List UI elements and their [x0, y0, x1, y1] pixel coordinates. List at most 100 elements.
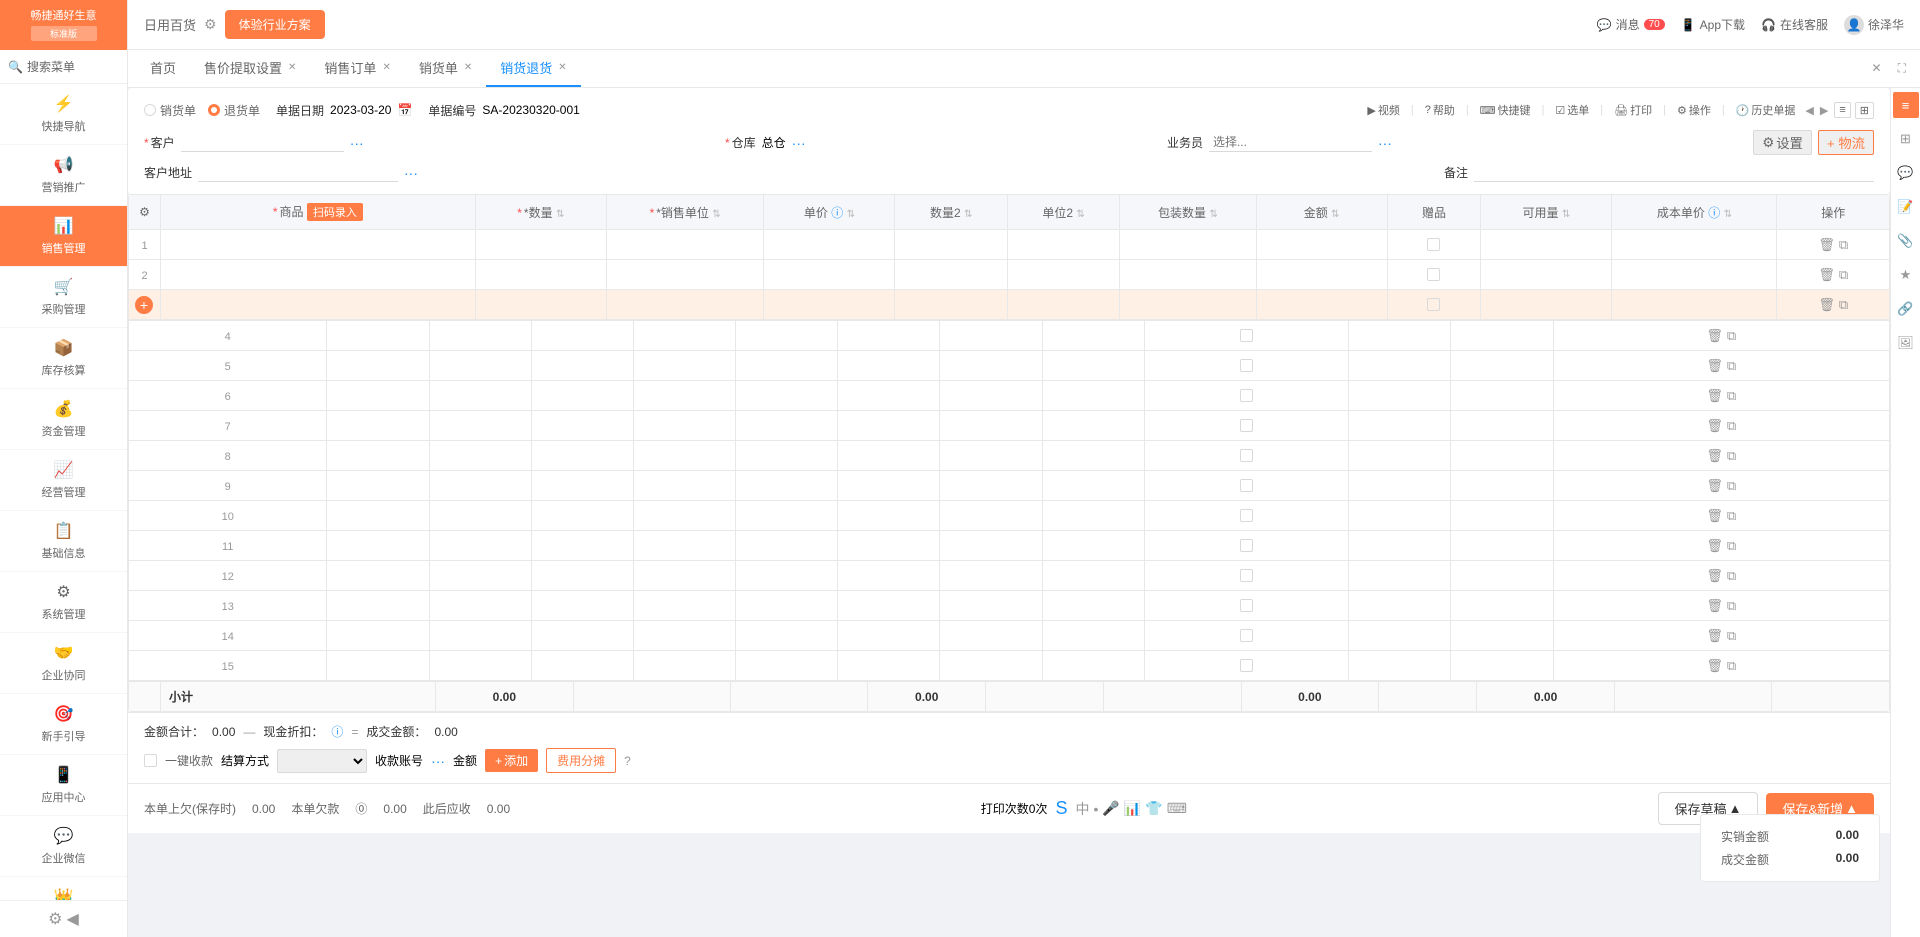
- gift-checkbox-9[interactable]: [1240, 479, 1253, 492]
- gift-cell-5[interactable]: [1144, 351, 1348, 381]
- right-panel-star[interactable]: ★: [1893, 262, 1919, 288]
- qty-cell-2[interactable]: [475, 260, 606, 290]
- unit-cell-10[interactable]: [531, 501, 633, 531]
- sidebar-item-guide[interactable]: 🎯 新手引导: [0, 694, 127, 755]
- qty2-cell-15[interactable]: [736, 651, 838, 681]
- gift-checkbox-12[interactable]: [1240, 569, 1253, 582]
- customer-input[interactable]: [181, 133, 344, 152]
- right-panel-grid-view[interactable]: ⊞: [1893, 126, 1919, 152]
- address-dots[interactable]: ···: [404, 165, 418, 181]
- setting-button[interactable]: ⚙ 设置: [1753, 130, 1812, 155]
- gift-checkbox-6[interactable]: [1240, 389, 1253, 402]
- delete-icon-9[interactable]: 🗑: [1706, 478, 1723, 494]
- tool-icon-5[interactable]: 👕: [1145, 800, 1162, 817]
- unit-cell-7[interactable]: [531, 411, 633, 441]
- copy-icon-12[interactable]: ⧉: [1727, 568, 1736, 584]
- price-cell-2[interactable]: [764, 260, 895, 290]
- toolbar-select[interactable]: ☑ 选单: [1551, 100, 1593, 120]
- tab-price-setting-close[interactable]: ✕: [288, 62, 296, 73]
- pack-qty-cell-4[interactable]: [940, 321, 1042, 351]
- gift-checkbox-15[interactable]: [1240, 659, 1253, 672]
- product-cell-12[interactable]: [327, 561, 429, 591]
- unit-cell-12[interactable]: [531, 561, 633, 591]
- unit-cell-14[interactable]: [531, 621, 633, 651]
- amount-cell-3[interactable]: [1256, 290, 1387, 320]
- price-cell-10[interactable]: [633, 501, 735, 531]
- sidebar-item-member[interactable]: 👑 畅会员: [0, 877, 127, 900]
- qty-cell-5[interactable]: [429, 351, 531, 381]
- toolbar-video[interactable]: ▶ 视频: [1363, 100, 1403, 120]
- expense-split-button[interactable]: 费用分摊: [546, 748, 616, 773]
- view-grid-icon[interactable]: ⊞: [1855, 102, 1874, 119]
- sidebar-item-finance[interactable]: 💰 资金管理: [0, 389, 127, 450]
- add-button[interactable]: + 添加: [485, 749, 538, 772]
- sidebar-search[interactable]: 🔍 搜索菜单: [0, 50, 127, 84]
- unit-cell-13[interactable]: [531, 591, 633, 621]
- gift-cell-13[interactable]: [1144, 591, 1348, 621]
- cost-cell-3[interactable]: [1612, 290, 1777, 320]
- product-cell-10[interactable]: [327, 501, 429, 531]
- product-cell-2[interactable]: [161, 260, 476, 290]
- account-expand[interactable]: ···: [431, 753, 445, 769]
- view-list-icon[interactable]: ≡: [1834, 102, 1850, 118]
- sidebar-item-quick-nav[interactable]: ⚡ 快捷导航: [0, 84, 127, 145]
- delete-icon-7[interactable]: 🗑: [1706, 418, 1723, 434]
- qty2-cell-3[interactable]: [895, 290, 1007, 320]
- unit2-cell-14[interactable]: [838, 621, 940, 651]
- unit2-cell-5[interactable]: [838, 351, 940, 381]
- delete-icon-15[interactable]: 🗑: [1706, 658, 1723, 674]
- gift-cell-4[interactable]: [1144, 321, 1348, 351]
- gift-checkbox-4[interactable]: [1240, 329, 1253, 342]
- pack-qty-cell-13[interactable]: [940, 591, 1042, 621]
- unit2-cell-15[interactable]: [838, 651, 940, 681]
- available-cell-15[interactable]: [1349, 651, 1451, 681]
- tool-icon-2[interactable]: •: [1093, 801, 1098, 817]
- delete-icon-12[interactable]: 🗑: [1706, 568, 1723, 584]
- qty2-cell-1[interactable]: [895, 230, 1007, 260]
- available-cell-14[interactable]: [1349, 621, 1451, 651]
- product-cell-4[interactable]: [327, 321, 429, 351]
- copy-icon-10[interactable]: ⧉: [1727, 508, 1736, 524]
- available-cell-7[interactable]: [1349, 411, 1451, 441]
- cost-cell-15[interactable]: [1451, 651, 1553, 681]
- qty2-cell-8[interactable]: [736, 441, 838, 471]
- price-cell-6[interactable]: [633, 381, 735, 411]
- gift-checkbox-1[interactable]: [1427, 238, 1440, 251]
- unit2-cell-9[interactable]: [838, 471, 940, 501]
- expense-help-icon[interactable]: ?: [624, 754, 631, 768]
- amount-cell-10[interactable]: [1042, 501, 1144, 531]
- right-panel-link[interactable]: 🔗: [1893, 296, 1919, 322]
- delete-icon-11[interactable]: 🗑: [1706, 538, 1723, 554]
- sidebar-item-enterprise[interactable]: 🤝 企业协同: [0, 633, 127, 694]
- unit-cell-15[interactable]: [531, 651, 633, 681]
- tab-sales-return-close[interactable]: ✕: [558, 62, 566, 73]
- product-cell-5[interactable]: [327, 351, 429, 381]
- gift-checkbox-5[interactable]: [1240, 359, 1253, 372]
- cash-discount-info[interactable]: ⓘ: [331, 723, 343, 740]
- toolbar-help[interactable]: ? 帮助: [1421, 100, 1459, 120]
- gift-cell-10[interactable]: [1144, 501, 1348, 531]
- unit2-cell-12[interactable]: [838, 561, 940, 591]
- gift-checkbox-14[interactable]: [1240, 629, 1253, 642]
- qty2-cell-4[interactable]: [736, 321, 838, 351]
- qty-cell-14[interactable]: [429, 621, 531, 651]
- pack-qty-cell-3[interactable]: [1120, 290, 1256, 320]
- available-cell-1[interactable]: [1481, 230, 1612, 260]
- toolbar-history[interactable]: 🕐 历史单据: [1732, 100, 1800, 120]
- gift-cell-2[interactable]: [1387, 260, 1481, 290]
- unit2-cell-8[interactable]: [838, 441, 940, 471]
- cost-cell-6[interactable]: [1451, 381, 1553, 411]
- cost-cell-1[interactable]: [1612, 230, 1777, 260]
- sidebar-item-marketing[interactable]: 📢 营销推广: [0, 145, 127, 206]
- gift-checkbox-11[interactable]: [1240, 539, 1253, 552]
- price-cell-9[interactable]: [633, 471, 735, 501]
- qty-cell-6[interactable]: [429, 381, 531, 411]
- price-cell-12[interactable]: [633, 561, 735, 591]
- calc-method-select[interactable]: [277, 749, 367, 773]
- unit2-cell-3[interactable]: [1007, 290, 1119, 320]
- available-cell-10[interactable]: [1349, 501, 1451, 531]
- tab-sales-delivery[interactable]: 销货单 ✕: [405, 50, 486, 87]
- unit2-cell-13[interactable]: [838, 591, 940, 621]
- delete-icon-14[interactable]: 🗑: [1706, 628, 1723, 644]
- cost-cell-11[interactable]: [1451, 531, 1553, 561]
